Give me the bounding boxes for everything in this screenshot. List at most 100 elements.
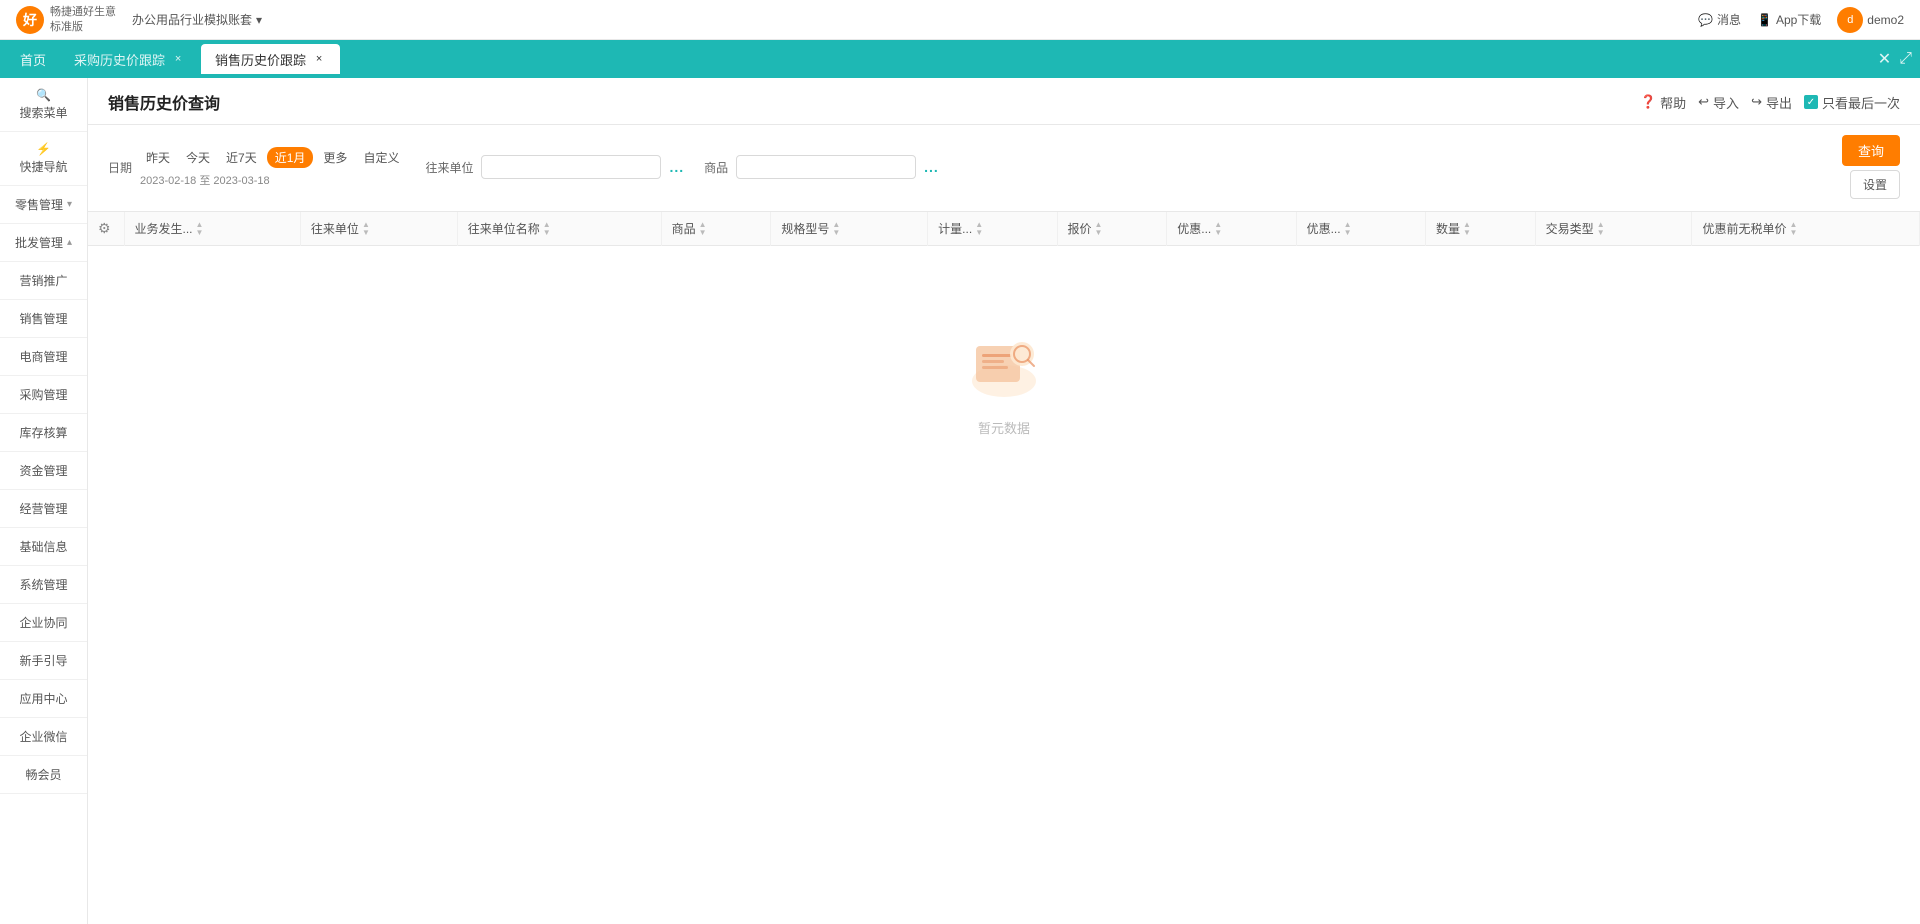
tab-home[interactable]: 首页	[8, 44, 58, 74]
content-area: 销售历史价查询 ❓ 帮助 ↩ 导入 ↪ 导出	[88, 78, 1920, 924]
import-button[interactable]: ↩ 导入	[1698, 93, 1739, 112]
product-input[interactable]	[736, 155, 916, 179]
quick-nav-icon: ⚡	[36, 142, 51, 156]
settings-button[interactable]: 设置	[1850, 170, 1900, 199]
page-header: 销售历史价查询 ❓ 帮助 ↩ 导入 ↪ 导出	[88, 78, 1920, 125]
th-discount2[interactable]: 优惠... ▲▼	[1296, 212, 1425, 246]
close-window-icon[interactable]: ✕	[1878, 49, 1891, 69]
sidebar-item-search-menu[interactable]: 🔍 搜索菜单	[0, 78, 87, 132]
message-button[interactable]: 💬 消息	[1698, 11, 1741, 28]
customer-label: 往来单位	[425, 159, 473, 176]
tab-sales-close[interactable]: ×	[312, 52, 326, 66]
empty-text: 暂元数据	[978, 418, 1030, 437]
sort-icon: ▲▼	[543, 221, 551, 237]
show-last-only-toggle[interactable]: ✓ 只看最后一次	[1804, 93, 1900, 112]
th-product[interactable]: 商品 ▲▼	[661, 212, 771, 246]
export-icon: ↪	[1751, 94, 1762, 110]
avatar: d	[1837, 7, 1863, 33]
th-quantity[interactable]: 数量 ▲▼	[1425, 212, 1535, 246]
date-range: 2023-02-18 至 2023-03-18	[140, 172, 405, 188]
sidebar-item-quick-nav[interactable]: ⚡ 快捷导航	[0, 132, 87, 186]
product-picker-button[interactable]: ...	[924, 159, 939, 175]
tab-purchase-history[interactable]: 采购历史价跟踪 ×	[60, 44, 199, 74]
main-layout: 🔍 搜索菜单 ⚡ 快捷导航 零售管理 ▾ 批发管理 ▴ 营销推广 销售管理 电商…	[0, 78, 1920, 924]
tab-purchase-close[interactable]: ×	[171, 52, 185, 66]
sidebar-item-marketing[interactable]: 营销推广	[0, 262, 87, 300]
th-spec[interactable]: 规格型号 ▲▼	[771, 212, 928, 246]
chevron-down-icon: ▾	[67, 199, 72, 210]
th-discount1[interactable]: 优惠... ▲▼	[1167, 212, 1296, 246]
filter-right-actions: 查询 设置	[1842, 135, 1900, 199]
table-header: ⚙ 业务发生... ▲▼ 往来单位 ▲▼	[88, 212, 1920, 246]
sidebar-item-purchase-mgmt[interactable]: 采购管理	[0, 376, 87, 414]
phone-icon: 📱	[1757, 13, 1772, 27]
sidebar-item-enterprise-wechat[interactable]: 企业微信	[0, 718, 87, 756]
customer-picker-button[interactable]: ...	[669, 159, 684, 175]
th-gear[interactable]: ⚙	[88, 212, 124, 246]
logo-area: 好 畅捷通好生意 标准版	[16, 5, 116, 34]
date-yesterday[interactable]: 昨天	[140, 147, 176, 168]
sidebar-item-ecommerce-mgmt[interactable]: 电商管理	[0, 338, 87, 376]
sort-icon: ▲▼	[975, 221, 983, 237]
gear-icon[interactable]: ⚙	[98, 220, 111, 236]
sidebar-item-enterprise-coop[interactable]: 企业协同	[0, 604, 87, 642]
filter-product-group: 商品 ...	[704, 155, 939, 179]
th-partner-code[interactable]: 往来单位 ▲▼	[300, 212, 457, 246]
export-button[interactable]: ↪ 导出	[1751, 93, 1792, 112]
app-download-button[interactable]: 📱 App下载	[1757, 11, 1821, 28]
product-label: 商品	[704, 159, 728, 176]
filter-date-group: 日期 昨天 今天 近7天 近1月 更多 自定义 2023-02-18 至 202…	[108, 147, 405, 188]
sidebar-item-retail-mgmt[interactable]: 零售管理 ▾	[0, 186, 87, 224]
sort-icon: ▲▼	[1214, 221, 1222, 237]
sort-icon: ▲▼	[1095, 221, 1103, 237]
chevron-down-icon: ▾	[256, 13, 262, 27]
sort-icon: ▲▼	[1790, 221, 1798, 237]
sidebar-item-finance-mgmt[interactable]: 资金管理	[0, 452, 87, 490]
date-today[interactable]: 今天	[180, 147, 216, 168]
th-business-date[interactable]: 业务发生... ▲▼	[124, 212, 300, 246]
th-pre-tax-price[interactable]: 优惠前无税单价 ▲▼	[1692, 212, 1920, 246]
help-button[interactable]: ❓ 帮助	[1640, 93, 1686, 112]
expand-icon[interactable]: ⤢	[1899, 50, 1912, 68]
chevron-up-icon: ▴	[67, 237, 72, 248]
tabbar: 首页 采购历史价跟踪 × 销售历史价跟踪 × ✕ ⤢	[0, 40, 1920, 78]
customer-input[interactable]	[481, 155, 661, 179]
th-trade-type[interactable]: 交易类型 ▲▼	[1535, 212, 1692, 246]
sort-icon: ▲▼	[699, 221, 707, 237]
sort-icon: ▲▼	[832, 221, 840, 237]
sidebar-item-wholesale-mgmt[interactable]: 批发管理 ▴	[0, 224, 87, 262]
logo-text: 畅捷通好生意 标准版	[50, 5, 116, 34]
topbar: 好 畅捷通好生意 标准版 办公用品行业模拟账套 ▾ 💬 消息 📱 App下载 d…	[0, 0, 1920, 40]
data-table: ⚙ 业务发生... ▲▼ 往来单位 ▲▼	[88, 212, 1920, 246]
date-last-month[interactable]: 近1月	[267, 147, 314, 168]
table-container: ⚙ 业务发生... ▲▼ 往来单位 ▲▼	[88, 212, 1920, 924]
date-shortcuts: 昨天 今天 近7天 近1月 更多 自定义	[140, 147, 405, 168]
topbar-left: 好 畅捷通好生意 标准版 办公用品行业模拟账套 ▾	[16, 5, 270, 34]
th-unit[interactable]: 计量... ▲▼	[928, 212, 1057, 246]
logo-icon: 好	[16, 6, 44, 34]
sidebar-item-ops-mgmt[interactable]: 经营管理	[0, 490, 87, 528]
sort-icon: ▲▼	[1344, 221, 1352, 237]
date-custom[interactable]: 自定义	[357, 147, 405, 168]
sort-icon: ▲▼	[1463, 221, 1471, 237]
query-button[interactable]: 查询	[1842, 135, 1900, 166]
sidebar-item-sales-mgmt[interactable]: 销售管理	[0, 300, 87, 338]
sidebar-item-basic-info[interactable]: 基础信息	[0, 528, 87, 566]
sidebar-item-inventory-check[interactable]: 库存核算	[0, 414, 87, 452]
tab-sales-history[interactable]: 销售历史价跟踪 ×	[201, 44, 340, 74]
search-icon: 🔍	[36, 88, 51, 102]
sidebar-item-app-center[interactable]: 应用中心	[0, 680, 87, 718]
date-label: 日期	[108, 159, 132, 176]
date-last7[interactable]: 近7天	[220, 147, 263, 168]
th-partner-name[interactable]: 往来单位名称 ▲▼	[457, 212, 661, 246]
workspace-selector[interactable]: 办公用品行业模拟账套 ▾	[124, 7, 270, 32]
sidebar-item-new-guide[interactable]: 新手引导	[0, 642, 87, 680]
sidebar-item-system-settings[interactable]: 系统管理	[0, 566, 87, 604]
filter-customer-group: 往来单位 ...	[425, 155, 684, 179]
sidebar-item-member[interactable]: 畅会员	[0, 756, 87, 794]
help-icon: ❓	[1640, 94, 1656, 110]
user-profile[interactable]: d demo2	[1837, 7, 1904, 33]
filter-row: 日期 昨天 今天 近7天 近1月 更多 自定义 2023-02-18 至 202…	[88, 125, 1920, 212]
date-more[interactable]: 更多	[317, 147, 353, 168]
th-quote[interactable]: 报价 ▲▼	[1057, 212, 1167, 246]
